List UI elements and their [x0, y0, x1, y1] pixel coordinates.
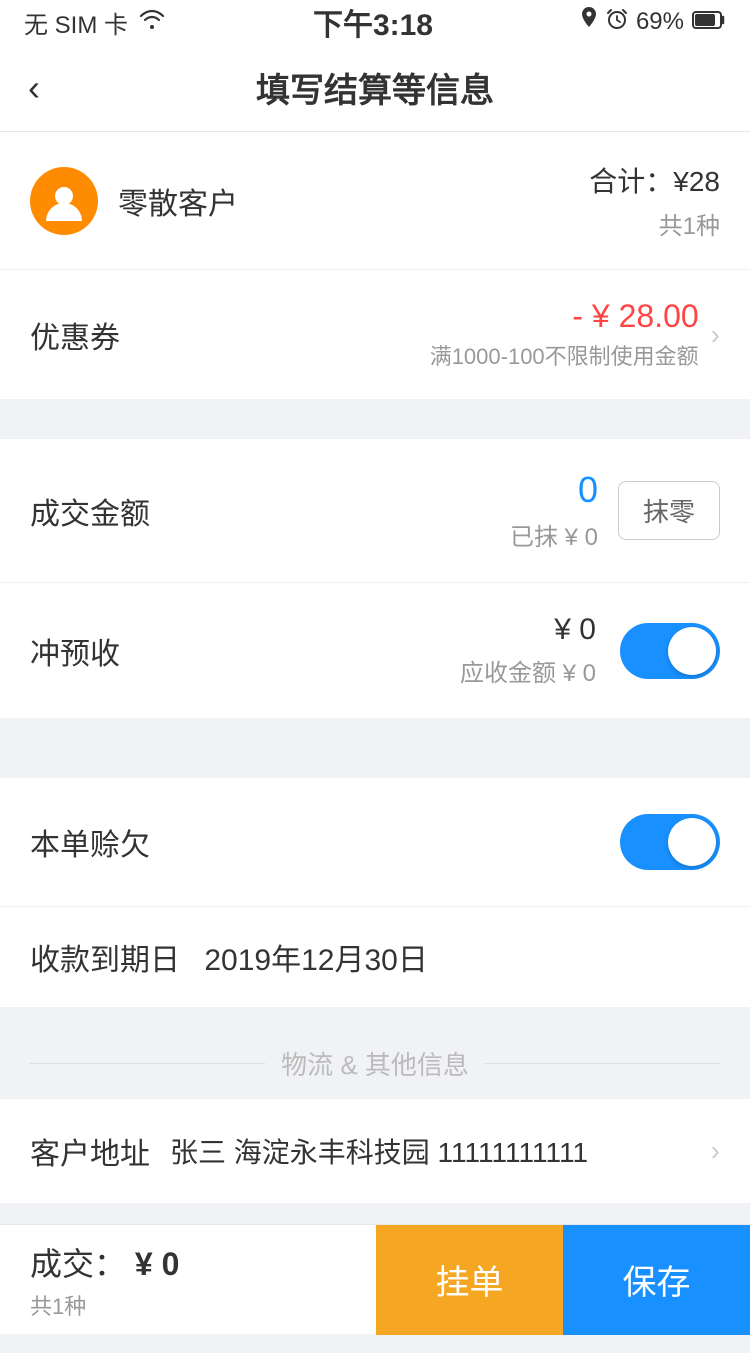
status-time: 下午3:18: [313, 0, 433, 44]
transaction-amount-block: 0 已抹 ¥ 0: [510, 469, 598, 552]
prepay-amounts: ¥ 0 应收金额 ¥ 0: [460, 613, 596, 688]
credit-row: 本单赊欠: [0, 778, 750, 906]
credit-toggle[interactable]: [620, 814, 720, 870]
pending-button[interactable]: 挂单: [376, 1225, 563, 1335]
transaction-value: 0: [510, 469, 598, 511]
customer-left: 零散客户: [30, 167, 238, 235]
coupon-right: - ¥ 28.00 满1000-100不限制使用金额 ›: [430, 298, 720, 371]
bottom-summary-count: 共1种: [30, 1289, 346, 1321]
customer-right: 合计：¥28 共1种: [589, 160, 720, 241]
save-button[interactable]: 保存: [563, 1225, 750, 1335]
customer-total: 合计：¥28: [589, 160, 720, 200]
prepay-row: 冲预收 ¥ 0 应收金额 ¥ 0: [0, 583, 750, 718]
prepay-toggle-container: [620, 623, 720, 679]
sep-line-right: [485, 1063, 720, 1064]
coupon-discount: - ¥ 28.00: [430, 298, 699, 335]
location-icon: [580, 7, 598, 38]
address-row[interactable]: 客户地址 张三 海淀永丰科技园 11111111111 ›: [0, 1099, 750, 1203]
customer-avatar: [30, 167, 98, 235]
back-button[interactable]: ‹: [28, 67, 40, 109]
summary-label: 成交：: [30, 1246, 126, 1282]
alarm-icon: [606, 8, 628, 37]
divider-2: [0, 738, 750, 758]
due-date-label: 收款到期日: [30, 944, 180, 977]
battery-text: 69%: [636, 8, 684, 36]
credit-toggle-container: [620, 814, 720, 870]
transaction-right: 0 已抹 ¥ 0 抹零: [510, 469, 720, 552]
coupon-row[interactable]: 优惠券 - ¥ 28.00 满1000-100不限制使用金额 ›: [0, 269, 750, 399]
due-date-row: 收款到期日 2019年12月30日: [0, 906, 750, 1007]
prepay-label: 冲预收: [30, 629, 120, 673]
coupon-chevron-icon: ›: [711, 319, 720, 351]
nav-bar: ‹ 填写结算等信息: [0, 44, 750, 132]
prepay-amount: ¥ 0: [460, 613, 596, 647]
prepay-toggle[interactable]: [620, 623, 720, 679]
avatar-icon: [42, 179, 86, 223]
status-bar: 无 SIM 卡 下午3:18 69%: [0, 0, 750, 44]
prepay-receivable: 应收金额 ¥ 0: [460, 653, 596, 688]
coupon-label: 优惠券: [30, 313, 120, 357]
page-title: 填写结算等信息: [256, 63, 494, 112]
logistics-label: 物流 & 其他信息: [281, 1045, 469, 1082]
credit-label: 本单赊欠: [30, 820, 150, 864]
address-value: 张三 海淀永丰科技园 11111111111: [170, 1131, 711, 1171]
bottom-summary-amount: 成交： ¥ 0: [30, 1239, 346, 1285]
transaction-section: 成交金额 0 已抹 ¥ 0 抹零 冲预收 ¥ 0 应收金额 ¥ 0: [0, 439, 750, 718]
due-date-value: 2019年12月30日: [204, 944, 427, 977]
battery-icon: [692, 8, 726, 36]
transaction-sub: 已抹 ¥ 0: [510, 517, 598, 552]
logistics-inner: 物流 & 其他信息: [0, 1045, 750, 1082]
summary-amount: ¥ 0: [135, 1246, 179, 1282]
transaction-row: 成交金额 0 已抹 ¥ 0 抹零: [0, 439, 750, 583]
address-chevron-icon: ›: [711, 1135, 720, 1167]
bottom-summary: 成交： ¥ 0 共1种: [0, 1239, 376, 1321]
status-right: 69%: [580, 7, 726, 38]
status-left: 无 SIM 卡: [24, 5, 166, 40]
transaction-label: 成交金额: [30, 489, 150, 533]
address-section: 客户地址 张三 海淀永丰科技园 11111111111 ›: [0, 1099, 750, 1203]
customer-row: 零散客户 合计：¥28 共1种: [0, 132, 750, 269]
logistics-separator: 物流 & 其他信息: [0, 1027, 750, 1099]
customer-count: 共1种: [589, 206, 720, 241]
bottom-bar: 成交： ¥ 0 共1种 挂单 保存: [0, 1224, 750, 1334]
wifi-icon: [138, 8, 166, 36]
address-label: 客户地址: [30, 1129, 150, 1173]
divider-1: [0, 419, 750, 439]
credit-section: 本单赊欠 收款到期日 2019年12月30日: [0, 778, 750, 1007]
prepay-right: ¥ 0 应收金额 ¥ 0: [460, 613, 720, 688]
no-sim-text: 无 SIM 卡: [24, 5, 128, 40]
coupon-info: - ¥ 28.00 满1000-100不限制使用金额: [430, 298, 699, 371]
sep-line-left: [30, 1063, 265, 1064]
coupon-desc: 满1000-100不限制使用金额: [430, 339, 699, 371]
round-zero-button[interactable]: 抹零: [618, 481, 720, 540]
customer-section: 零散客户 合计：¥28 共1种 优惠券 - ¥ 28.00 满1000-100不…: [0, 132, 750, 399]
customer-name: 零散客户: [118, 179, 238, 223]
